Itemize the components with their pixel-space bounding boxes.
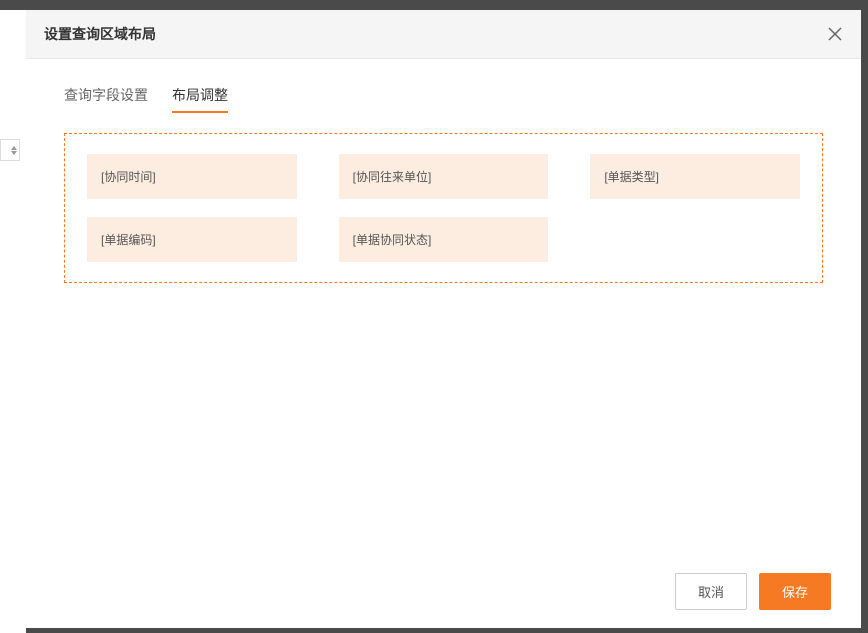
field-item-collab-time[interactable]: [协同时间]: [87, 154, 297, 199]
obscured-stepper-control: [0, 139, 20, 161]
layout-settings-modal: 设置查询区域布局 查询字段设置 布局调整 [协同时间] [协同往来单位] [单据…: [26, 10, 861, 628]
close-icon[interactable]: [827, 26, 843, 42]
modal-header: 设置查询区域布局: [26, 10, 861, 59]
tabs: 查询字段设置 布局调整: [64, 79, 823, 113]
tab-query-field-settings[interactable]: 查询字段设置: [64, 79, 148, 113]
field-item-collab-unit[interactable]: [协同往来单位]: [339, 154, 549, 199]
field-item-collab-status[interactable]: [单据协同状态]: [339, 217, 549, 262]
field-item-doc-code[interactable]: [单据编码]: [87, 217, 297, 262]
tab-layout-adjust[interactable]: 布局调整: [172, 79, 228, 113]
modal-footer: 取消 保存: [26, 559, 861, 628]
modal-title: 设置查询区域布局: [44, 24, 156, 44]
cancel-button[interactable]: 取消: [675, 573, 747, 610]
background-page-strip: [0, 10, 26, 633]
stepper-down-icon: [11, 151, 17, 155]
modal-body: 查询字段设置 布局调整 [协同时间] [协同往来单位] [单据类型] [单据编码…: [26, 59, 861, 559]
stepper-up-icon: [11, 146, 17, 150]
save-button[interactable]: 保存: [759, 573, 831, 610]
layout-dropzone[interactable]: [协同时间] [协同往来单位] [单据类型] [单据编码] [单据协同状态]: [64, 133, 823, 283]
field-item-doc-type[interactable]: [单据类型]: [590, 154, 800, 199]
